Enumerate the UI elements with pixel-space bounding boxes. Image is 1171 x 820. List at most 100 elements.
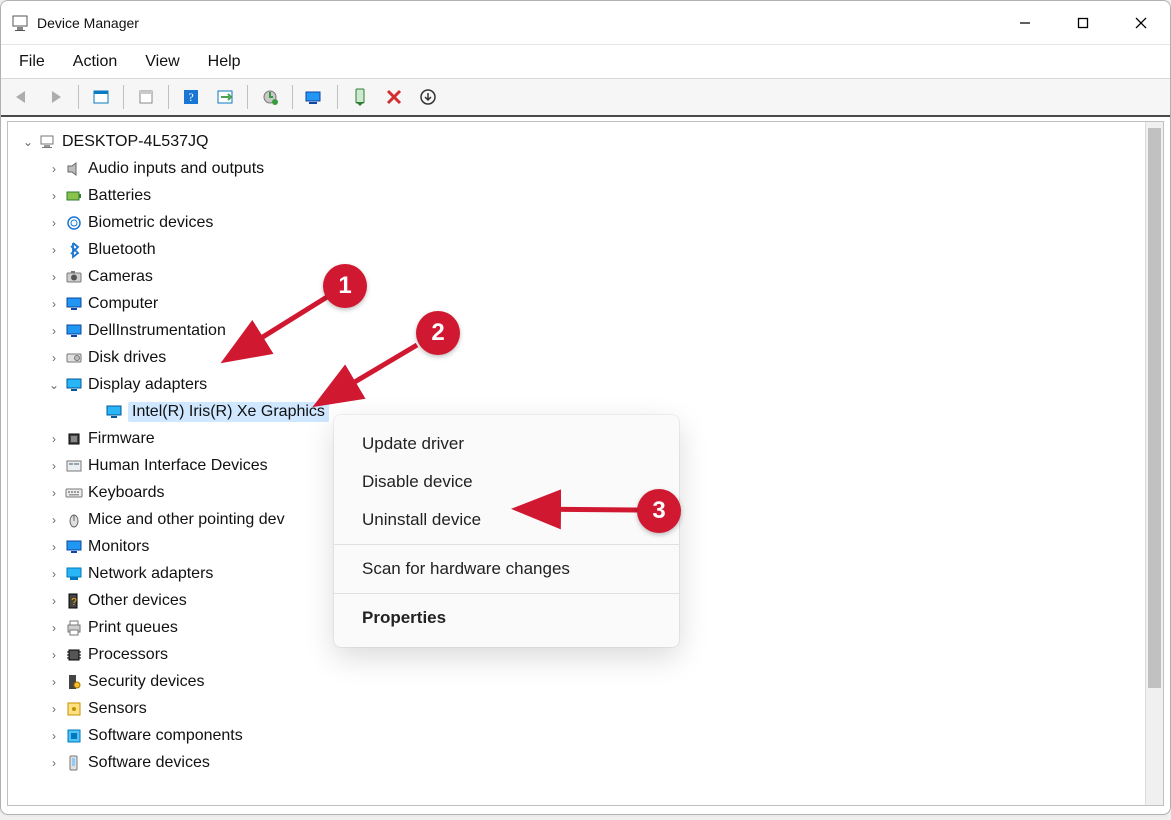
help-button[interactable]: ? [176,83,206,111]
chevron-right-icon[interactable]: › [44,297,64,311]
context-scan[interactable]: Scan for hardware changes [334,550,679,588]
bluetooth-icon [64,240,84,260]
mouse-icon [64,510,84,530]
nav-forward-button[interactable] [41,83,71,111]
chevron-down-icon[interactable]: ⌄ [18,135,38,149]
context-uninstall[interactable]: Uninstall device [334,501,679,539]
nic-icon [64,564,84,584]
monitor-icon [64,294,84,314]
category-sensors[interactable]: › Sensors [12,695,1145,722]
category-label: Print queues [88,619,178,637]
display-icon [64,375,84,395]
context-separator [334,593,679,594]
category-label: Bluetooth [88,241,156,259]
chevron-right-icon[interactable]: › [44,594,64,608]
category-label: Firmware [88,430,155,448]
category-label: Processors [88,646,168,664]
chevron-right-icon[interactable]: › [44,351,64,365]
app-icon [11,14,29,32]
svg-text:?: ? [71,597,77,608]
maximize-button[interactable] [1054,1,1112,44]
cpu-icon [64,645,84,665]
chevron-right-icon[interactable]: › [44,756,64,770]
menu-file[interactable]: File [5,45,59,78]
category-batteries[interactable]: › Batteries [12,182,1145,209]
category-label: Other devices [88,592,187,610]
device-label: Intel(R) Iris(R) Xe Graphics [128,402,329,422]
chevron-right-icon[interactable]: › [44,189,64,203]
category-cameras[interactable]: › Cameras [12,263,1145,290]
chevron-right-icon[interactable]: › [44,675,64,689]
context-update[interactable]: Update driver [334,425,679,463]
chevron-right-icon[interactable]: › [44,540,64,554]
menubar: FileActionViewHelp [1,45,1170,79]
minimize-button[interactable] [996,1,1054,44]
close-button[interactable] [1112,1,1170,44]
context-disable[interactable]: Disable device [334,463,679,501]
category-dellinstrumentation[interactable]: › DellInstrumentation [12,317,1145,344]
monitor-icon [64,537,84,557]
chevron-down-icon[interactable]: ⌄ [44,378,64,392]
category-audio-inputs-and-outputs[interactable]: › Audio inputs and outputs [12,155,1145,182]
category-software-devices[interactable]: › Software devices [12,749,1145,776]
category-label: Human Interface Devices [88,457,268,475]
uninstall-device-button[interactable] [379,83,409,111]
component-icon [64,726,84,746]
scroll-thumb[interactable] [1148,128,1161,688]
category-software-components[interactable]: › Software components [12,722,1145,749]
category-computer[interactable]: › Computer [12,290,1145,317]
category-label: Monitors [88,538,149,556]
category-biometric-devices[interactable]: › Biometric devices [12,209,1145,236]
sensor-icon [64,699,84,719]
show-hidden-devices-button[interactable] [86,83,116,111]
options-button[interactable] [210,83,240,111]
menu-view[interactable]: View [131,45,193,78]
menu-help[interactable]: Help [194,45,255,78]
context-props[interactable]: Properties [334,599,679,637]
fingerprint-icon [64,213,84,233]
chevron-right-icon[interactable]: › [44,486,64,500]
enable-device-button[interactable] [345,83,375,111]
tree-root[interactable]: ⌄ DESKTOP-4L537JQ [12,128,1145,155]
nav-back-button[interactable] [7,83,37,111]
keyboard-icon [64,483,84,503]
chevron-right-icon[interactable]: › [44,216,64,230]
vertical-scrollbar[interactable] [1145,122,1163,805]
category-label: DellInstrumentation [88,322,226,340]
printer-icon [64,618,84,638]
chevron-right-icon[interactable]: › [44,648,64,662]
properties-button[interactable] [131,83,161,111]
window-title: Device Manager [37,15,139,31]
menu-action[interactable]: Action [59,45,131,78]
monitor-icon [64,321,84,341]
category-label: Cameras [88,268,153,286]
update-driver-button[interactable] [255,83,285,111]
battery-icon [64,186,84,206]
lock-icon [64,672,84,692]
chevron-right-icon[interactable]: › [44,567,64,581]
category-label: Computer [88,295,158,313]
context-separator [334,544,679,545]
category-security-devices[interactable]: › Security devices [12,668,1145,695]
sort-button[interactable] [413,83,443,111]
chevron-right-icon[interactable]: › [44,324,64,338]
chevron-right-icon[interactable]: › [44,729,64,743]
category-label: Software components [88,727,243,745]
chevron-right-icon[interactable]: › [44,702,64,716]
category-bluetooth[interactable]: › Bluetooth [12,236,1145,263]
scan-hardware-button[interactable] [300,83,330,111]
category-display-adapters[interactable]: ⌄ Display adapters [12,371,1145,398]
category-label: Security devices [88,673,205,691]
camera-icon [64,267,84,287]
chevron-right-icon[interactable]: › [44,243,64,257]
chevron-right-icon[interactable]: › [44,270,64,284]
chevron-right-icon[interactable]: › [44,162,64,176]
category-disk-drives[interactable]: › Disk drives [12,344,1145,371]
chevron-right-icon[interactable]: › [44,432,64,446]
svg-text:?: ? [188,90,193,104]
chevron-right-icon[interactable]: › [44,621,64,635]
titlebar-left: Device Manager [11,14,139,32]
speaker-icon [64,159,84,179]
chevron-right-icon[interactable]: › [44,459,64,473]
chevron-right-icon[interactable]: › [44,513,64,527]
